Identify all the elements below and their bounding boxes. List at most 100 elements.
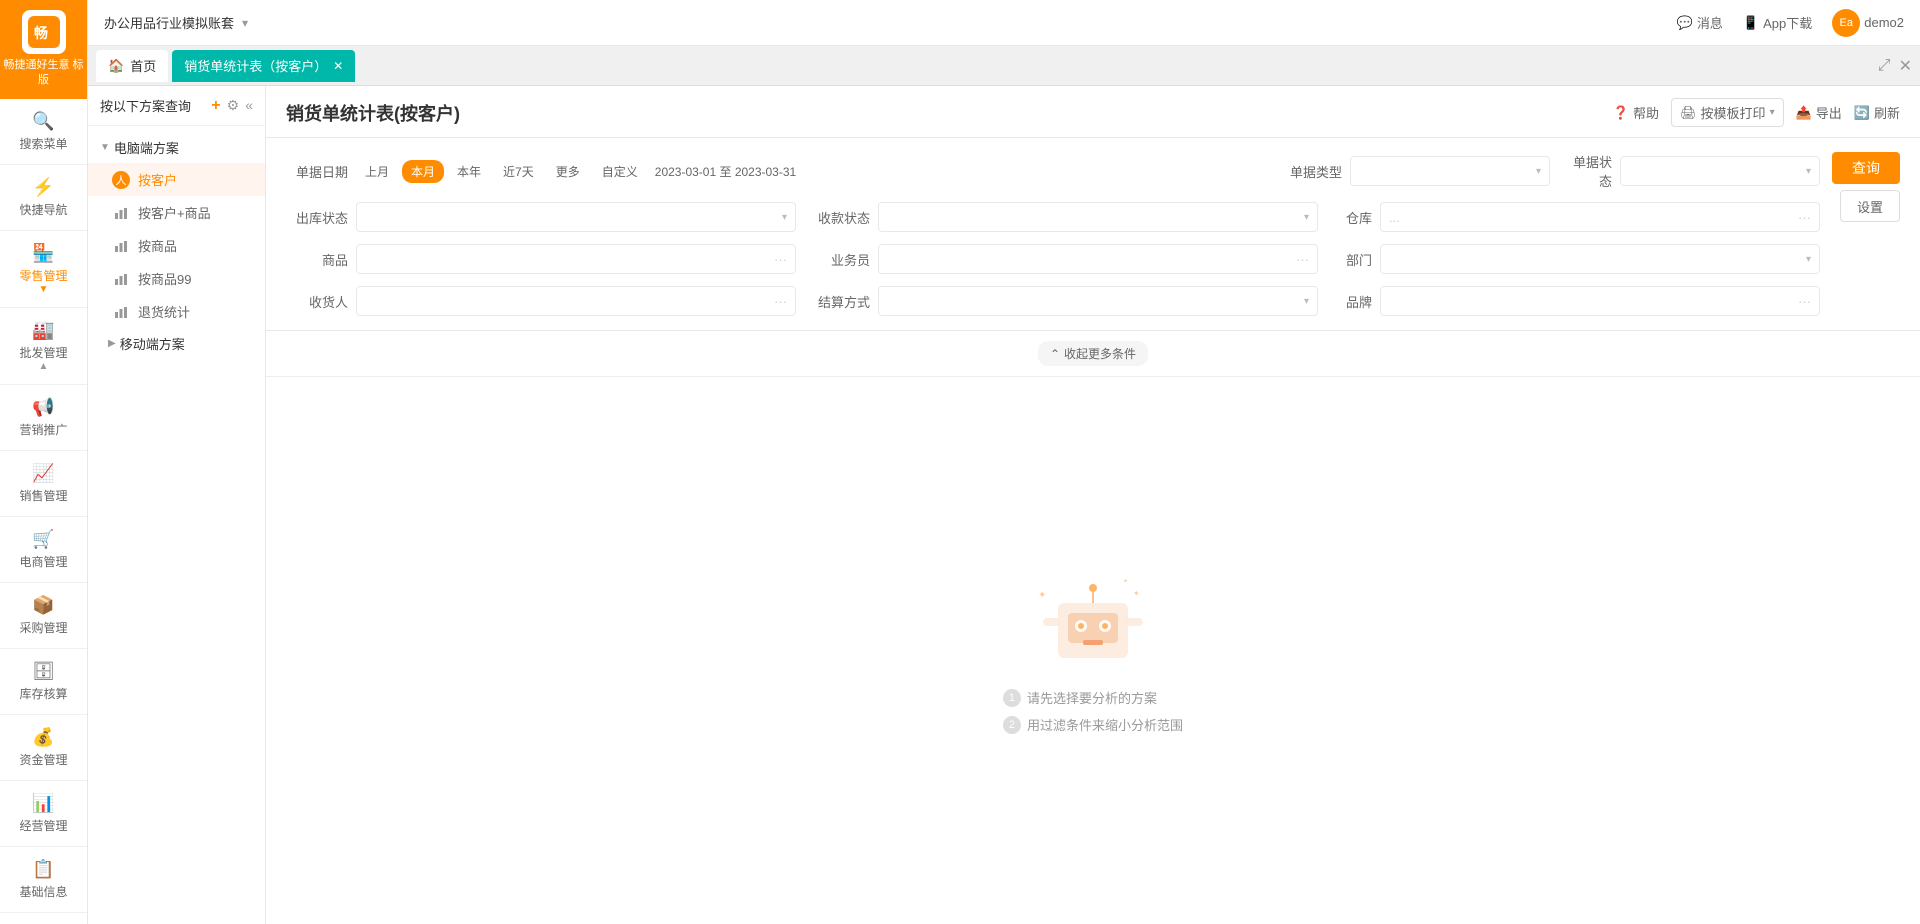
- tree-child-return-stats[interactable]: 退货统计: [88, 295, 265, 328]
- tree-parent-desktop-label: 电脑端方案: [114, 138, 179, 157]
- avatar: Ea: [1832, 9, 1860, 37]
- sidebar-item-wholesale[interactable]: 🏭 批发管理 ▲: [0, 308, 87, 385]
- empty-tip-1-text: 请先选择要分析的方案: [1027, 688, 1157, 707]
- date-tab-more[interactable]: 更多: [547, 160, 589, 183]
- warehouse-select[interactable]: ... ···: [1380, 202, 1820, 232]
- sidebar-item-retail-label: 零售管理: [19, 267, 67, 284]
- tree-child-by-product[interactable]: 按商品: [88, 229, 265, 262]
- product-select[interactable]: ···: [356, 244, 796, 274]
- collapse-btn-label: 收起更多条件: [1064, 345, 1136, 362]
- add-scheme-btn[interactable]: +: [211, 97, 220, 115]
- payment-method-select[interactable]: ▾: [878, 286, 1318, 316]
- header-dropdown-icon[interactable]: ▾: [242, 16, 248, 30]
- date-tab-last-month[interactable]: 上月: [356, 160, 398, 183]
- sidebar-item-purchase[interactable]: 📦 采购管理: [0, 583, 87, 649]
- sidebar-item-finance-label: 资金管理: [19, 751, 67, 768]
- tab-home-label: 首页: [130, 56, 156, 75]
- sidebar-item-basic[interactable]: 📋 基础信息: [0, 847, 87, 913]
- collapse-panel-icon[interactable]: «: [245, 97, 253, 115]
- refresh-btn[interactable]: 🔄 刷新: [1854, 103, 1900, 122]
- settings-icon[interactable]: ⚙: [227, 97, 240, 115]
- date-tab-this-year[interactable]: 本年: [448, 160, 490, 183]
- logo-area[interactable]: 畅 畅捷通好生意 标版: [0, 0, 87, 99]
- header-right: 💬 消息 📱 App下载 Ea demo2: [1677, 9, 1904, 37]
- tree-child-customer-product[interactable]: 按客户+商品: [88, 196, 265, 229]
- sidebar-item-quicknav[interactable]: ⚡ 快捷导航: [0, 165, 87, 231]
- query-button[interactable]: 查询: [1832, 152, 1900, 184]
- dept-select[interactable]: ▾: [1380, 244, 1820, 274]
- tree-child-by-customer[interactable]: 人 按客户: [88, 163, 265, 196]
- tab-close-icon[interactable]: ✕: [333, 59, 343, 73]
- tree-parent-mobile[interactable]: ▶ 移动端方案: [88, 328, 265, 359]
- page-content: 按以下方案查询 + ⚙ « ▼ 电脑端方案 人 按客户: [88, 86, 1920, 924]
- sidebar-item-system[interactable]: ⚙ 系统管理: [0, 913, 87, 924]
- app-download-btn[interactable]: 📱 App下载: [1743, 13, 1812, 32]
- sidebar-nav: 🔍 搜索菜单 ⚡ 快捷导航 🏪 零售管理 ▼ 🏭 批发管理 ▲ 📢 营销推广 📈…: [0, 99, 87, 924]
- sidebar-item-search[interactable]: 🔍 搜索菜单: [0, 99, 87, 165]
- product-dots[interactable]: ···: [774, 252, 787, 267]
- status-select[interactable]: ▾: [1620, 156, 1820, 186]
- tab-home[interactable]: 🏠 首页: [96, 50, 168, 82]
- search-icon: 🔍: [32, 111, 54, 132]
- warehouse-dots[interactable]: ···: [1798, 210, 1811, 225]
- top-header: 办公用品行业模拟账套 ▾ 💬 消息 📱 App下载 Ea demo2: [88, 0, 1920, 46]
- finance-icon: 💰: [32, 727, 54, 748]
- help-icon: ❓: [1613, 105, 1629, 121]
- left-panel-actions: + ⚙ «: [211, 97, 253, 115]
- filter-main: 单据日期 上月 本月 本年 近7天 更多 自定义 20: [286, 152, 1820, 316]
- salesperson-select[interactable]: ···: [878, 244, 1318, 274]
- printer-icon: 🖨: [1680, 105, 1697, 121]
- receiver-dots[interactable]: ···: [774, 294, 787, 309]
- export-btn[interactable]: 📤 导出: [1796, 103, 1842, 122]
- sidebar: 畅 畅捷通好生意 标版 🔍 搜索菜单 ⚡ 快捷导航 🏪 零售管理 ▼ 🏭 批发管…: [0, 0, 88, 924]
- close-window-icon[interactable]: ✕: [1899, 56, 1912, 76]
- status-label: 单据状态: [1550, 152, 1620, 190]
- date-tab-7days[interactable]: 近7天: [494, 160, 543, 183]
- tree-child-by-product99[interactable]: 按商品99: [88, 262, 265, 295]
- tip-num-2: 2: [1003, 716, 1021, 734]
- message-btn[interactable]: 💬 消息: [1677, 13, 1723, 32]
- tab-sales-stats[interactable]: 销货单统计表（按客户） ✕: [172, 50, 355, 82]
- sidebar-item-marketing[interactable]: 📢 营销推广: [0, 385, 87, 451]
- left-panel: 按以下方案查询 + ⚙ « ▼ 电脑端方案 人 按客户: [88, 86, 266, 924]
- brand-select[interactable]: ···: [1380, 286, 1820, 316]
- message-label: 消息: [1697, 13, 1723, 32]
- page-title: 销货单统计表(按客户): [286, 100, 460, 126]
- date-tab-this-month[interactable]: 本月: [402, 160, 444, 183]
- filter-row-2: 出库状态 ▾ 收款状态 ▾ 仓库: [286, 202, 1820, 232]
- receiver-select[interactable]: ···: [356, 286, 796, 316]
- date-tab-custom[interactable]: 自定义: [593, 160, 647, 183]
- user-name: demo2: [1864, 15, 1904, 30]
- settings-button[interactable]: 设置: [1840, 190, 1900, 222]
- template-print-btn[interactable]: 🖨 按模板打印 ▾: [1671, 98, 1784, 127]
- filter-row-1: 单据日期 上月 本月 本年 近7天 更多 自定义 20: [286, 152, 1820, 190]
- sidebar-item-operation[interactable]: 📊 经营管理: [0, 781, 87, 847]
- page-header: 销货单统计表(按客户) ❓ 帮助 🖨 按模板打印 ▾ 📤 导出: [266, 86, 1920, 138]
- sidebar-item-ecommerce[interactable]: 🛒 电商管理: [0, 517, 87, 583]
- out-status-select[interactable]: ▾: [356, 202, 796, 232]
- customer-icon: 人: [112, 171, 130, 189]
- dept-dropdown-icon: ▾: [1806, 254, 1811, 265]
- basic-icon: 📋: [32, 859, 54, 880]
- tree-parent-desktop[interactable]: ▼ 电脑端方案: [88, 132, 265, 163]
- salesperson-dots[interactable]: ···: [1296, 252, 1309, 267]
- collapse-btn[interactable]: ⌃ 收起更多条件: [1038, 341, 1148, 366]
- date-label: 单据日期: [286, 162, 356, 181]
- sidebar-item-finance[interactable]: 💰 资金管理: [0, 715, 87, 781]
- help-btn[interactable]: ❓ 帮助: [1613, 103, 1659, 122]
- sidebar-item-inventory[interactable]: 🗄 库存核算: [0, 649, 87, 715]
- warehouse-placeholder: ...: [1389, 210, 1400, 225]
- brand-dots[interactable]: ···: [1798, 294, 1811, 309]
- sidebar-item-retail[interactable]: 🏪 零售管理 ▼: [0, 231, 87, 308]
- payment-status-select[interactable]: ▾: [878, 202, 1318, 232]
- user-menu[interactable]: Ea demo2: [1832, 9, 1904, 37]
- date-range: 2023-03-01 至 2023-03-31: [655, 163, 796, 180]
- out-status-dropdown-icon: ▾: [782, 212, 787, 223]
- payment-method-dropdown-icon: ▾: [1304, 296, 1309, 307]
- tree-child-by-customer-label: 按客户: [138, 170, 177, 189]
- maximize-icon[interactable]: ⤢: [1878, 57, 1891, 75]
- collapse-row: ⌃ 收起更多条件: [266, 331, 1920, 377]
- sidebar-item-sales[interactable]: 📈 销售管理: [0, 451, 87, 517]
- export-label: 导出: [1816, 103, 1842, 122]
- type-select[interactable]: ▾: [1350, 156, 1550, 186]
